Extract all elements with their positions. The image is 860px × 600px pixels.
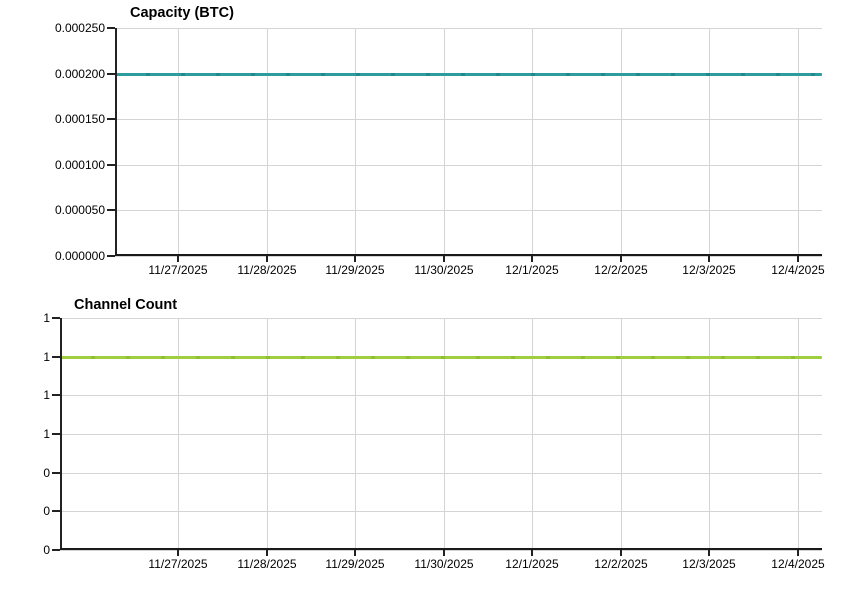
x-axis-tick-label: 11/29/2025	[325, 557, 385, 571]
y-axis-tick-label: 0.000200	[54, 67, 105, 81]
vertical-gridline	[267, 318, 268, 550]
y-axis-tick-label: 0.000250	[54, 21, 105, 35]
y-axis-tick-label: 0.000000	[54, 249, 105, 263]
y-axis-tick	[52, 433, 60, 435]
vertical-gridline	[709, 28, 710, 256]
y-axis-tick-label: 0.000050	[54, 203, 105, 217]
horizontal-gridline	[115, 28, 822, 29]
y-axis-tick	[107, 73, 115, 75]
y-axis-tick	[52, 317, 60, 319]
y-axis-tick-label: 0	[43, 543, 50, 557]
x-axis-tick-label: 12/3/2025	[682, 263, 736, 277]
y-axis-tick	[52, 549, 60, 551]
x-axis-tick-label: 12/2/2025	[594, 557, 648, 571]
x-axis-tick-label: 12/4/2025	[771, 263, 825, 277]
series-line	[115, 73, 822, 76]
vertical-gridline	[532, 318, 533, 550]
horizontal-gridline	[115, 256, 822, 257]
x-axis-tick-label: 11/30/2025	[414, 557, 474, 571]
x-axis-tick-label: 11/29/2025	[325, 263, 385, 277]
y-axis-tick-label: 1	[43, 427, 50, 441]
vertical-gridline	[444, 318, 445, 550]
vertical-gridline	[267, 28, 268, 256]
horizontal-gridline	[115, 210, 822, 211]
y-axis-tick-label: 1	[43, 388, 50, 402]
vertical-gridline	[621, 28, 622, 256]
y-axis-tick	[107, 209, 115, 211]
node-stats-charts-panel: Capacity (BTC) 0.000250 0.000200 0.000150 0…	[0, 0, 860, 600]
vertical-gridline	[532, 28, 533, 256]
y-axis-line	[115, 28, 117, 256]
vertical-gridline	[178, 318, 179, 550]
y-axis-tick	[107, 164, 115, 166]
y-axis-tick-label: 0	[43, 466, 50, 480]
x-axis-tick-label: 11/28/2025	[237, 557, 297, 571]
y-axis-tick	[107, 118, 115, 120]
x-axis-tick-label: 12/1/2025	[505, 263, 559, 277]
vertical-gridline	[355, 318, 356, 550]
y-axis-tick	[52, 394, 60, 396]
y-axis-tick	[52, 472, 60, 474]
horizontal-gridline	[115, 165, 822, 166]
x-axis-tick-label: 11/30/2025	[414, 263, 474, 277]
y-axis-tick-label: 1	[43, 311, 50, 325]
y-axis-tick-label: 0	[43, 504, 50, 518]
channel-count-plot-area: 1 1 1 1 0 0 0 11/27/2025 11/28/2025 11/29/2025 11/…	[43, 311, 824, 571]
y-axis-tick	[107, 255, 115, 257]
y-axis-tick-label: 1	[43, 350, 50, 364]
vertical-gridline	[621, 318, 622, 550]
y-axis-tick	[52, 510, 60, 512]
horizontal-gridline	[60, 511, 822, 512]
channel-count-chart-title: Channel Count	[74, 297, 178, 313]
x-axis-tick-label: 12/4/2025	[771, 557, 825, 571]
horizontal-gridline	[60, 473, 822, 474]
horizontal-gridline	[60, 395, 822, 396]
x-axis-line	[60, 548, 822, 550]
x-axis-tick-label: 12/1/2025	[505, 557, 559, 571]
horizontal-gridline	[115, 119, 822, 120]
x-axis-tick-label: 11/27/2025	[148, 263, 208, 277]
series-line	[60, 356, 822, 359]
x-axis-tick-label: 12/3/2025	[682, 557, 736, 571]
horizontal-gridline	[60, 434, 822, 435]
horizontal-gridline	[60, 318, 822, 319]
x-axis-tick-label: 12/2/2025	[594, 263, 648, 277]
vertical-gridline	[709, 318, 710, 550]
vertical-gridline	[798, 318, 799, 550]
vertical-gridline	[444, 28, 445, 256]
vertical-gridline	[355, 28, 356, 256]
vertical-gridline	[798, 28, 799, 256]
x-axis-tick-label: 11/28/2025	[237, 263, 297, 277]
x-axis-line	[115, 254, 822, 256]
x-axis-tick-label: 11/27/2025	[148, 557, 208, 571]
y-axis-tick	[107, 27, 115, 29]
capacity-chart-title: Capacity (BTC)	[130, 5, 234, 21]
capacity-plot-area: 0.000250 0.000200 0.000150 0.000100 0.000050…	[55, 21, 825, 277]
vertical-gridline	[178, 28, 179, 256]
y-axis-tick-label: 0.000150	[54, 112, 105, 126]
y-axis-line	[60, 318, 62, 550]
y-axis-tick-label: 0.000100	[54, 158, 105, 172]
y-axis-tick	[52, 356, 60, 358]
